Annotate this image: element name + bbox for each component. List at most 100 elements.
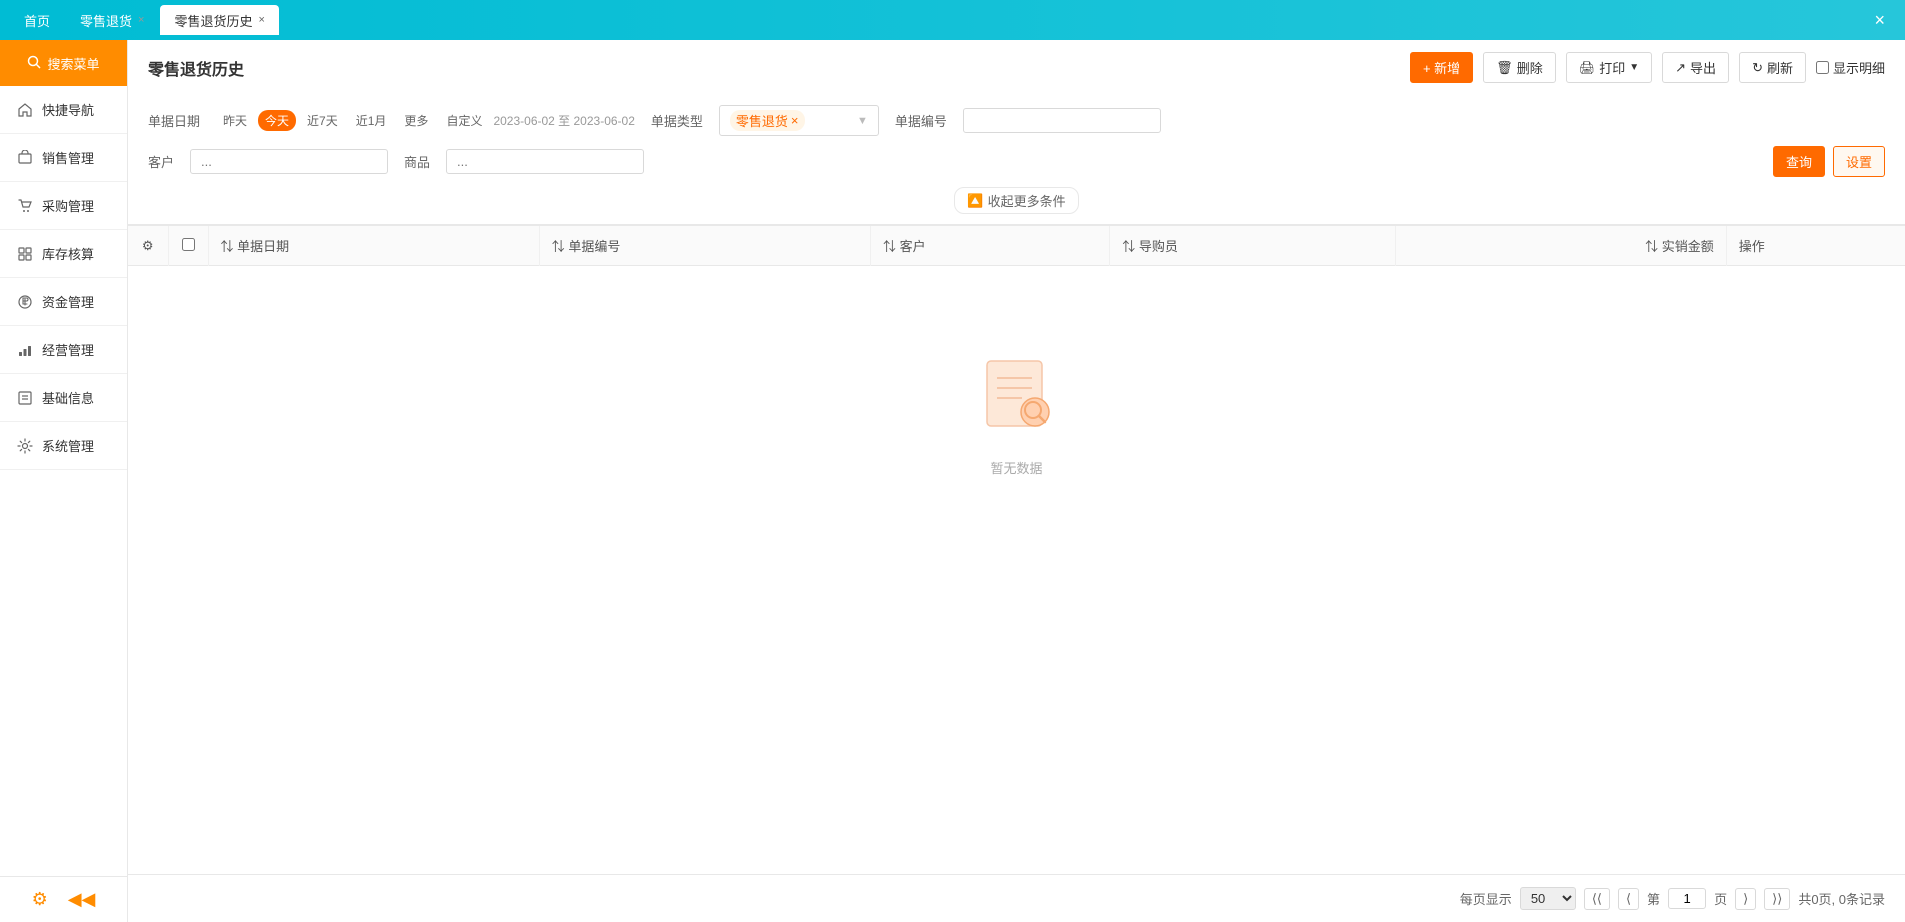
sidebar-item-label: 销售管理 xyxy=(42,148,94,167)
th-guide-label: ⇅ 导购员 xyxy=(1122,239,1178,254)
print-icon: 🖨 xyxy=(1579,60,1596,76)
sidebar-item-label: 基础信息 xyxy=(42,388,94,407)
total-info: 共0页, 0条记录 xyxy=(1798,889,1885,908)
tab-close-icon[interactable]: × xyxy=(138,14,144,26)
sidebar-item-basic-info[interactable]: 基础信息 xyxy=(0,374,127,422)
search-icon xyxy=(27,55,41,72)
sidebar-search-label: 搜索菜单 xyxy=(47,54,99,73)
date-filters: 昨天 今天 近7天 近1月 更多 自定义 2023-06-02 至 2023-0… xyxy=(216,110,635,131)
th-setting[interactable]: ⚙ xyxy=(128,226,168,266)
delete-button[interactable]: 🗑 删除 xyxy=(1483,52,1556,83)
th-date-label: ⇅ 单据日期 xyxy=(221,239,290,254)
th-no: ⇅ 单据编号 xyxy=(539,226,870,266)
select-chevron-icon: ▼ xyxy=(857,115,868,127)
top-bar: 首页零售退货×零售退货历史× × xyxy=(0,0,1905,40)
data-table: ⚙ ⇅ 单据日期 ⇅ 单据编号 ⇅ 客户 xyxy=(128,226,1905,266)
sales-icon xyxy=(16,149,34,167)
page-label-post: 页 xyxy=(1714,889,1727,908)
page-prev-button[interactable]: ⟨ xyxy=(1618,888,1639,910)
collapse-icon: 🔼 xyxy=(967,193,983,209)
customer-filter-label: 客户 xyxy=(148,152,174,171)
sidebar-item-operations[interactable]: 经营管理 xyxy=(0,326,127,374)
sidebar-item-label: 经营管理 xyxy=(42,340,94,359)
show-detail-checkbox[interactable] xyxy=(1816,61,1829,74)
select-all-checkbox[interactable] xyxy=(182,238,195,251)
export-icon: ↗ xyxy=(1675,60,1686,76)
print-chevron-icon: ▼ xyxy=(1629,62,1639,73)
filter-row-2: 客户 商品 查询 设置 xyxy=(148,146,1885,177)
sidebar-item-system-mgmt[interactable]: 系统管理 xyxy=(0,422,127,470)
pagination-bar: 每页显示 50 100 200 ⟨⟨ ⟨ 第 页 ⟩ ⟩⟩ 共0页, 0条记录 xyxy=(128,874,1905,922)
date-btn-custom[interactable]: 自定义 xyxy=(439,110,489,131)
refresh-icon: ↻ xyxy=(1752,60,1763,76)
empty-icon xyxy=(967,346,1067,446)
collapse-row: 🔼 收起更多条件 xyxy=(148,187,1885,214)
tab-label: 首页 xyxy=(24,11,50,30)
content-area: 零售退货历史 + 新增 🗑 删除 🖨 打印 ▼ ↗ 导出 xyxy=(128,40,1905,922)
print-button[interactable]: 🖨 打印 ▼ xyxy=(1566,52,1652,83)
sidebar: 搜索菜单 快捷导航 销售管理 采购管理 库存核算 xyxy=(0,40,128,922)
page-title: 零售退货历史 xyxy=(148,56,244,80)
voucher-no-input[interactable] xyxy=(963,108,1161,133)
page-first-button[interactable]: ⟨⟨ xyxy=(1584,888,1610,910)
goods-input[interactable] xyxy=(446,149,644,174)
th-action: 操作 xyxy=(1726,226,1905,266)
settings-button[interactable]: 设置 xyxy=(1833,146,1885,177)
basic-info-icon xyxy=(16,389,34,407)
sidebar-item-label: 快捷导航 xyxy=(42,100,94,119)
filter-row-1: 单据日期 昨天 今天 近7天 近1月 更多 自定义 2023-06-02 至 2… xyxy=(148,105,1885,136)
sidebar-item-inventory[interactable]: 库存核算 xyxy=(0,230,127,278)
page-number-input[interactable] xyxy=(1668,888,1706,909)
main-layout: 搜索菜单 快捷导航 销售管理 采购管理 库存核算 xyxy=(0,40,1905,922)
tab-close-icon[interactable]: × xyxy=(258,14,264,26)
date-btn-today[interactable]: 今天 xyxy=(258,110,296,131)
th-customer: ⇅ 客户 xyxy=(871,226,1110,266)
settings-bottom-icon[interactable]: ⚙ xyxy=(32,889,48,910)
tab-retail-return[interactable]: 零售退货 × xyxy=(66,5,158,35)
collapse-button[interactable]: 🔼 收起更多条件 xyxy=(954,187,1078,214)
sidebar-item-purchase-mgmt[interactable]: 采购管理 xyxy=(0,182,127,230)
date-btn-more[interactable]: 更多 xyxy=(397,110,435,131)
sidebar-bottom: ⚙ ◀◀ xyxy=(0,876,127,922)
page-label-pre: 第 xyxy=(1647,889,1660,908)
sidebar-search[interactable]: 搜索菜单 xyxy=(0,40,127,86)
date-btn-yesterday[interactable]: 昨天 xyxy=(216,110,254,131)
th-amount: ⇅ 实销金额 xyxy=(1395,226,1726,266)
sidebar-item-quick-nav[interactable]: 快捷导航 xyxy=(0,86,127,134)
th-check[interactable] xyxy=(168,226,208,266)
tab-retail-return-history[interactable]: 零售退货历史× xyxy=(160,5,278,35)
th-amount-label: ⇅ 实销金额 xyxy=(1645,239,1714,254)
refresh-button[interactable]: ↻ 刷新 xyxy=(1739,52,1806,83)
voucher-type-select[interactable]: 零售退货 × ▼ xyxy=(719,105,879,136)
sidebar-item-finance[interactable]: 资金管理 xyxy=(0,278,127,326)
new-button[interactable]: + 新增 xyxy=(1410,52,1473,83)
page-last-button[interactable]: ⟩⟩ xyxy=(1764,888,1790,910)
goods-filter-label: 商品 xyxy=(404,152,430,171)
th-guide: ⇅ 导购员 xyxy=(1110,226,1395,266)
operations-icon xyxy=(16,341,34,359)
customer-input[interactable] xyxy=(190,149,388,174)
date-btn-1month[interactable]: 近1月 xyxy=(349,110,394,131)
query-button[interactable]: 查询 xyxy=(1773,146,1825,177)
page-next-button[interactable]: ⟩ xyxy=(1735,888,1756,910)
sidebar-item-sales-mgmt[interactable]: 销售管理 xyxy=(0,134,127,182)
inventory-icon xyxy=(16,245,34,263)
page-title-row: 零售退货历史 + 新增 🗑 删除 🖨 打印 ▼ ↗ 导出 xyxy=(148,52,1885,83)
show-detail-checkbox-label[interactable]: 显示明细 xyxy=(1816,58,1885,77)
sidebar-item-label: 资金管理 xyxy=(42,292,94,311)
export-button[interactable]: ↗ 导出 xyxy=(1662,52,1729,83)
tab-home[interactable]: 首页 xyxy=(10,5,64,35)
collapse-bottom-icon[interactable]: ◀◀ xyxy=(68,889,96,910)
tag-close-icon[interactable]: × xyxy=(791,113,799,128)
filter-area: 单据日期 昨天 今天 近7天 近1月 更多 自定义 2023-06-02 至 2… xyxy=(148,95,1885,224)
tab-label: 零售退货 xyxy=(80,11,132,30)
page-header: 零售退货历史 + 新增 🗑 删除 🖨 打印 ▼ ↗ 导出 xyxy=(128,40,1905,225)
window-close-button[interactable]: × xyxy=(1864,10,1895,31)
empty-state: 暂无数据 xyxy=(128,266,1905,557)
toolbar: + 新增 🗑 删除 🖨 打印 ▼ ↗ 导出 ↻ xyxy=(1410,52,1885,83)
date-btn-7days[interactable]: 近7天 xyxy=(300,110,345,131)
sidebar-item-label: 采购管理 xyxy=(42,196,94,215)
date-filter-label: 单据日期 xyxy=(148,111,200,130)
per-page-select[interactable]: 50 100 200 xyxy=(1520,887,1576,910)
sidebar-item-label: 系统管理 xyxy=(42,436,94,455)
